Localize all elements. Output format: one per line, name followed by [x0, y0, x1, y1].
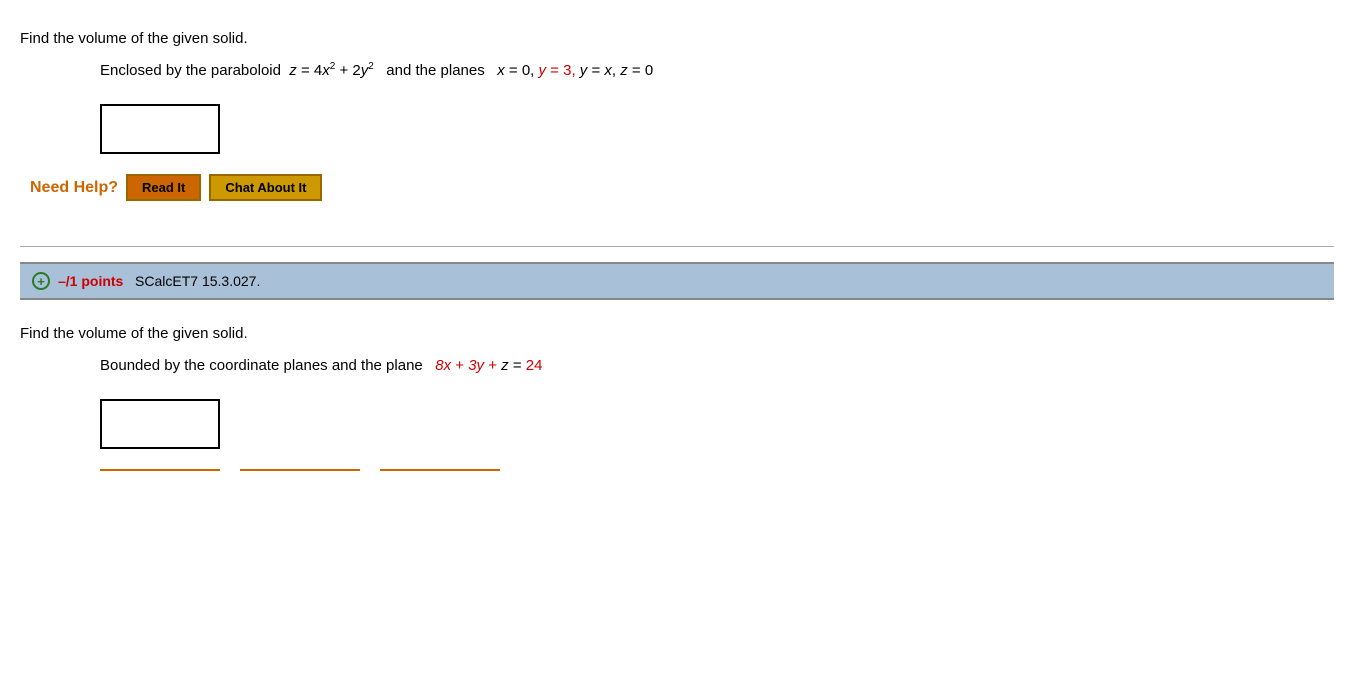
- problem-1-section: Find the volume of the given solid. Encl…: [20, 20, 1334, 236]
- problem-2-answer-input[interactable]: [100, 399, 220, 449]
- equation-2-text: Bounded by the coordinate planes and the…: [100, 357, 542, 374]
- problem-2-title: Find the volume of the given solid.: [20, 325, 1334, 342]
- read-it-button[interactable]: Read It: [126, 174, 201, 201]
- section-divider: [20, 246, 1334, 247]
- problem-1-answer-input[interactable]: [100, 104, 220, 154]
- problem-2-title-text: Find the volume of the given solid.: [20, 325, 248, 342]
- points-text: –/1 points SCalcET7 15.3.027.: [58, 273, 260, 289]
- bottom-line-1: [100, 469, 220, 471]
- problem-1-title-text: Find the volume of the given solid.: [20, 30, 248, 47]
- problem-1-equation: Enclosed by the paraboloid z = 4x2 + 2y2…: [100, 57, 1334, 84]
- equation-prefix: Enclosed by the paraboloid z = 4x2 + 2y2…: [100, 62, 653, 79]
- plus-icon: +: [32, 272, 50, 290]
- bottom-line-2: [240, 469, 360, 471]
- points-label: –/1 points: [58, 273, 123, 289]
- need-help-row: Need Help? Read It Chat About It: [30, 174, 1334, 201]
- problem-1-title: Find the volume of the given solid.: [20, 30, 1334, 47]
- problem-2-section: Find the volume of the given solid. Boun…: [20, 315, 1334, 486]
- need-help-label: Need Help?: [30, 179, 118, 197]
- source-text: SCalcET7 15.3.027.: [135, 273, 260, 289]
- chat-about-button[interactable]: Chat About It: [209, 174, 322, 201]
- bottom-lines: [100, 469, 1334, 471]
- problem-2-equation: Bounded by the coordinate planes and the…: [100, 352, 1334, 379]
- problem-2-header-bar: + –/1 points SCalcET7 15.3.027.: [20, 262, 1334, 300]
- bottom-line-3: [380, 469, 500, 471]
